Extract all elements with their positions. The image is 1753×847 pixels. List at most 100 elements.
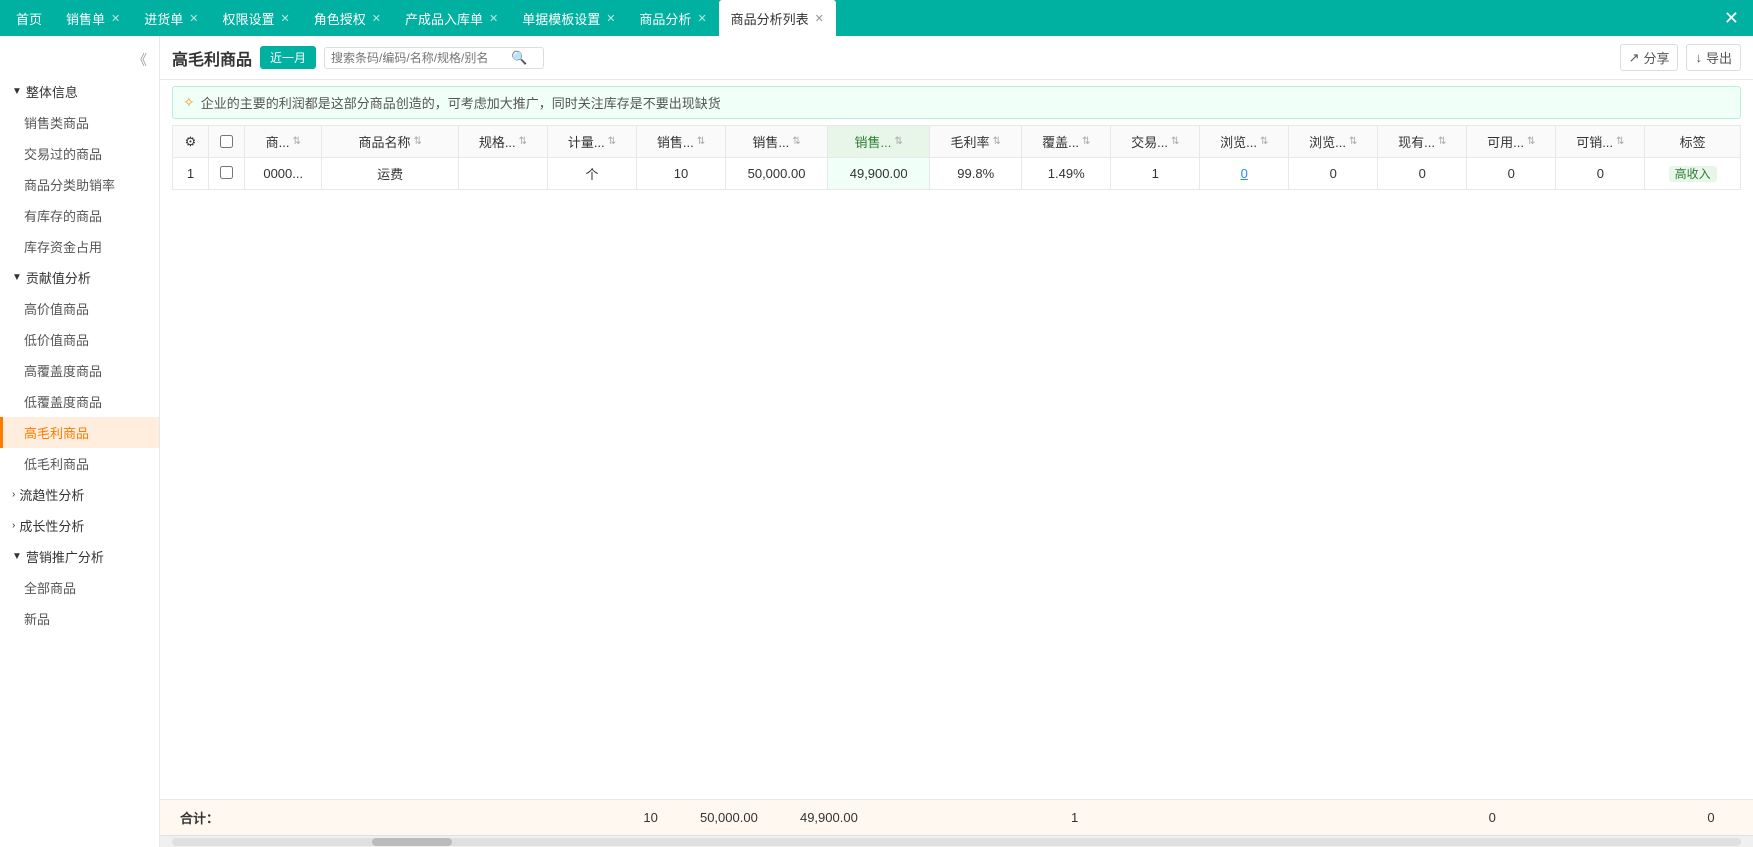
sidebar-group-contribution[interactable]: ▼ 贡献值分析	[0, 262, 159, 293]
row-checkbox[interactable]	[220, 166, 233, 179]
content-toolbar: 高毛利商品 近一月 🔍 ↗ 分享 ↓ 导出	[160, 36, 1753, 80]
sidebar-item-stock-capital[interactable]: 库存资金占用	[0, 231, 159, 262]
tab-purchase[interactable]: 进货单 ✕	[132, 0, 210, 36]
col-browse2[interactable]: 浏览...⇅	[1289, 126, 1378, 158]
col-transactions[interactable]: 交易...⇅	[1111, 126, 1200, 158]
tab-product-analysis-list-close[interactable]: ✕	[815, 12, 824, 25]
table-row[interactable]: 1 0000... 运费 个 10 50,000.00 49,900.00 99…	[173, 158, 1741, 190]
tab-product-analysis-list[interactable]: 商品分析列表 ✕	[719, 0, 836, 36]
scrollbar-thumb[interactable]	[372, 838, 452, 846]
table-wrapper[interactable]: ⚙ 商...⇅ 商品名称⇅ 规格...⇅	[160, 125, 1753, 799]
cell-checkbox[interactable]	[209, 158, 245, 190]
col-tag[interactable]: 标签	[1645, 126, 1741, 158]
tab-product-analysis[interactable]: 商品分析 ✕	[627, 0, 718, 36]
col-checkbox-header[interactable]	[209, 126, 245, 158]
sidebar-item-high-coverage[interactable]: 高覆盖度商品	[0, 355, 159, 386]
sidebar-item-sales-goods[interactable]: 销售类商品	[0, 107, 159, 138]
sidebar-group-overall[interactable]: ▼ 整体信息	[0, 76, 159, 107]
cell-browse1[interactable]: 0	[1200, 158, 1289, 190]
export-button[interactable]: ↓ 导出	[1686, 44, 1741, 71]
share-icon: ↗	[1629, 50, 1640, 66]
info-banner: ✧ 企业的主要的利润都是这部分商品创造的，可考虑加大推广，同时关注库存是不要出现…	[172, 86, 1741, 119]
cell-saleable: 0	[1556, 158, 1645, 190]
sidebar-item-stock-goods[interactable]: 有库存的商品	[0, 200, 159, 231]
search-input[interactable]	[331, 51, 511, 65]
col-gross-rate[interactable]: 毛利率⇅	[930, 126, 1022, 158]
cell-available: 0	[1467, 158, 1556, 190]
cell-gross-rate: 99.8%	[930, 158, 1022, 190]
tab-role-close[interactable]: ✕	[372, 12, 381, 25]
tab-sales[interactable]: 销售单 ✕	[54, 0, 132, 36]
page-title: 高毛利商品	[172, 46, 252, 70]
sidebar-item-high-margin[interactable]: 高毛利商品	[0, 417, 159, 448]
tab-template-close[interactable]: ✕	[606, 12, 615, 25]
footer-current-stock: 0	[1462, 810, 1522, 825]
tab-permission-close[interactable]: ✕	[281, 12, 290, 25]
col-sales-amount[interactable]: 销售...⇅	[725, 126, 827, 158]
col-name[interactable]: 商品名称⇅	[322, 126, 458, 158]
footer-totals: 合计： 10 50,000.00 49,900.00 1 0 0	[160, 799, 1753, 835]
select-all-checkbox[interactable]	[220, 135, 233, 148]
cell-sales-profit: 49,900.00	[828, 158, 930, 190]
sidebar: 《 ▼ 整体信息 销售类商品 交易过的商品 商品分类助销率 有库存的商品 库存资…	[0, 36, 160, 847]
info-icon: ✧	[183, 94, 195, 111]
col-code[interactable]: 商...⇅	[245, 126, 322, 158]
col-sales-profit[interactable]: 销售...⇅	[828, 126, 930, 158]
share-button[interactable]: ↗ 分享	[1620, 44, 1679, 71]
footer-sales-qty: 10	[606, 810, 666, 825]
bottom-scrollbar[interactable]	[160, 835, 1753, 847]
col-spec[interactable]: 规格...⇅	[458, 126, 547, 158]
scrollbar-track[interactable]	[172, 838, 1741, 846]
sidebar-group-growth[interactable]: › 成长性分析	[0, 510, 159, 541]
tab-role[interactable]: 角色授权 ✕	[302, 0, 393, 36]
sidebar-collapse-btn[interactable]: 《	[129, 46, 151, 74]
data-table: ⚙ 商...⇅ 商品名称⇅ 规格...⇅	[172, 125, 1741, 190]
sidebar-item-low-value[interactable]: 低价值商品	[0, 324, 159, 355]
sidebar-item-high-value[interactable]: 高价值商品	[0, 293, 159, 324]
tab-permission[interactable]: 权限设置 ✕	[210, 0, 301, 36]
sidebar-item-all-goods[interactable]: 全部商品	[0, 572, 159, 603]
col-saleable[interactable]: 可销...⇅	[1556, 126, 1645, 158]
cell-tag: 高收入	[1645, 158, 1741, 190]
cell-browse2: 0	[1289, 158, 1378, 190]
export-icon: ↓	[1695, 50, 1702, 65]
content-area: 高毛利商品 近一月 🔍 ↗ 分享 ↓ 导出 ✧ 企业的主要的利润都是这部分商品创…	[160, 36, 1753, 847]
tab-home[interactable]: 首页	[4, 0, 54, 36]
col-sales-qty[interactable]: 销售...⇅	[636, 126, 725, 158]
col-coverage[interactable]: 覆盖...⇅	[1022, 126, 1111, 158]
col-unit[interactable]: 计量...⇅	[547, 126, 636, 158]
cell-index: 1	[173, 158, 209, 190]
expand-arrow-growth: ›	[12, 520, 15, 531]
footer-label: 合计：	[172, 808, 227, 827]
top-nav: 首页 销售单 ✕ 进货单 ✕ 权限设置 ✕ 角色授权 ✕ 产成品入库单 ✕ 单据…	[0, 0, 1753, 36]
col-current-stock[interactable]: 现有...⇅	[1378, 126, 1467, 158]
cell-coverage: 1.49%	[1022, 158, 1111, 190]
tab-template[interactable]: 单据模板设置 ✕	[510, 0, 627, 36]
col-settings[interactable]: ⚙	[173, 126, 209, 158]
sidebar-item-new-goods[interactable]: 新品	[0, 603, 159, 634]
tab-product-in[interactable]: 产成品入库单 ✕	[393, 0, 510, 36]
sidebar-group-trend[interactable]: › 流趋性分析	[0, 479, 159, 510]
window-close-btn[interactable]: ✕	[1714, 8, 1749, 29]
cell-unit: 个	[547, 158, 636, 190]
tab-product-in-close[interactable]: ✕	[489, 12, 498, 25]
sidebar-item-category-rate[interactable]: 商品分类助销率	[0, 169, 159, 200]
footer-sales-profit: 49,900.00	[766, 810, 866, 825]
col-browse1[interactable]: 浏览...⇅	[1200, 126, 1289, 158]
sidebar-group-marketing[interactable]: ▼ 营销推广分析	[0, 541, 159, 572]
tab-sales-close[interactable]: ✕	[111, 12, 120, 25]
cell-spec	[458, 158, 547, 190]
footer-transactions: 1	[1045, 810, 1105, 825]
sidebar-item-low-margin[interactable]: 低毛利商品	[0, 448, 159, 479]
search-box: 🔍	[324, 47, 544, 69]
tab-product-analysis-close[interactable]: ✕	[697, 12, 706, 25]
sidebar-item-traded-goods[interactable]: 交易过的商品	[0, 138, 159, 169]
period-button[interactable]: 近一月	[260, 46, 316, 69]
cell-code: 0000...	[245, 158, 322, 190]
cell-current-stock: 0	[1378, 158, 1467, 190]
sidebar-item-low-coverage[interactable]: 低覆盖度商品	[0, 386, 159, 417]
footer-saleable: 0	[1681, 810, 1741, 825]
col-available[interactable]: 可用...⇅	[1467, 126, 1556, 158]
search-icon[interactable]: 🔍	[511, 50, 527, 66]
tab-purchase-close[interactable]: ✕	[189, 12, 198, 25]
